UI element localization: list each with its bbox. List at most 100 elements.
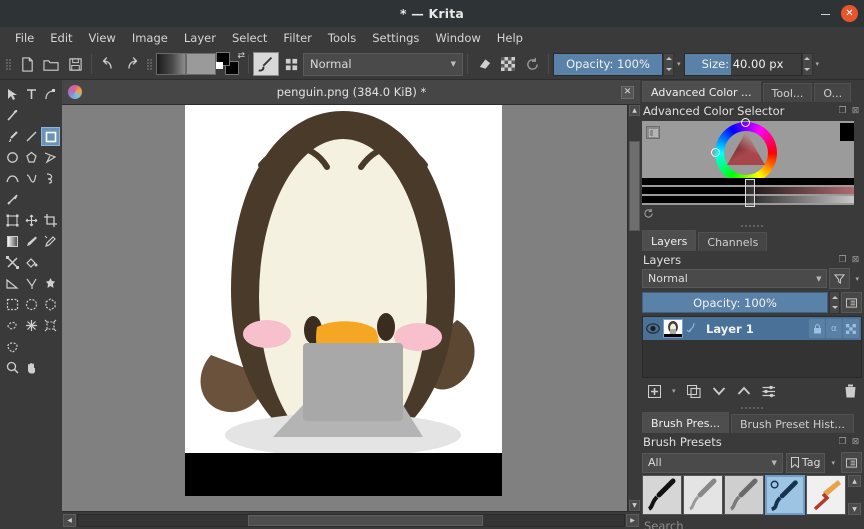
shape-select-tool[interactable] [3, 85, 22, 104]
scroll-up-icon[interactable]: ▲ [629, 105, 640, 116]
fill-tool[interactable] [22, 253, 41, 272]
text-tool[interactable] [22, 85, 41, 104]
close-document-icon[interactable]: ✕ [621, 85, 634, 99]
menu-help[interactable]: Help [489, 29, 531, 47]
pattern-swatch[interactable] [186, 53, 216, 75]
add-layer-dropdown-icon[interactable]: ▾ [672, 387, 676, 395]
layer-alpha-checker-icon[interactable] [843, 319, 859, 338]
zoom-tool[interactable] [3, 358, 22, 377]
colorize-mask-tool[interactable] [41, 232, 60, 251]
opacity-dropdown-icon[interactable]: ▾ [677, 60, 681, 68]
tab-layers[interactable]: Layers [642, 230, 697, 251]
horizontal-scroll-track[interactable] [77, 514, 625, 527]
float-presets-docker-icon[interactable]: ❐ [837, 436, 848, 447]
eraser-toggle-icon[interactable] [472, 52, 496, 76]
close-layers-docker-icon[interactable]: ⊠ [850, 254, 861, 265]
assistant-tool[interactable] [22, 274, 41, 293]
preset-ink-gpen[interactable] [683, 475, 723, 515]
rectangle-tool[interactable] [41, 127, 60, 146]
menu-settings[interactable]: Settings [364, 29, 427, 47]
tab-advanced-color-selector[interactable]: Advanced Color ... [642, 81, 761, 102]
brush-preset-icon[interactable] [253, 52, 279, 76]
crop-tool[interactable] [41, 211, 60, 230]
move-tool[interactable] [22, 211, 41, 230]
bezier-curve-tool[interactable] [3, 169, 22, 188]
toolbar-grip[interactable] [6, 54, 12, 74]
scroll-down-icon[interactable]: ▼ [629, 500, 640, 511]
freehand-path-tool[interactable] [22, 169, 41, 188]
dynamic-brush-tool[interactable] [41, 169, 60, 188]
menu-tools[interactable]: Tools [320, 29, 364, 47]
layer-properties-icon[interactable] [841, 292, 862, 313]
layer-name[interactable]: Layer 1 [700, 322, 806, 336]
toolbar-grip-2[interactable] [147, 54, 153, 74]
filter-layers-icon[interactable] [829, 268, 851, 289]
smart-patch-tool[interactable] [3, 253, 22, 272]
polygon-tool[interactable] [22, 148, 41, 167]
table-row[interactable]: Layer 1 α [643, 317, 861, 340]
new-file-icon[interactable] [15, 52, 39, 76]
docker-splitter-2[interactable] [640, 404, 864, 411]
contiguous-select-tool[interactable] [22, 316, 41, 335]
layer-lock-icon[interactable] [809, 319, 825, 338]
preset-scroll-down-icon[interactable]: ▼ [848, 503, 861, 515]
layer-opacity-slider[interactable]: Opacity: 100% [642, 292, 828, 313]
canvas-viewport[interactable] [62, 105, 640, 511]
gradient-tool[interactable] [3, 232, 22, 251]
preset-ink-ballpen[interactable] [642, 475, 682, 515]
horizontal-scroll-thumb[interactable] [248, 515, 483, 526]
opacity-slider[interactable]: Opacity: 100% [553, 52, 663, 76]
menu-filter[interactable]: Filter [275, 29, 319, 47]
canvas-image[interactable] [185, 105, 502, 496]
docker-splitter-1[interactable] [640, 222, 864, 229]
layer-blending-mode-combo[interactable]: Normal ▼ [642, 269, 828, 288]
choose-workspace-icon[interactable] [279, 52, 303, 76]
gradient-swatch[interactable] [156, 53, 186, 75]
canvas-horizontal-scrollbar[interactable]: ◀ ▶ [62, 511, 640, 529]
opacity-spinner[interactable] [663, 52, 674, 76]
save-file-icon[interactable] [63, 52, 87, 76]
polyline-tool[interactable] [41, 148, 60, 167]
tab-brush-preset-history[interactable]: Brush Preset Hist... [730, 414, 854, 433]
edit-shapes-tool[interactable] [41, 85, 60, 104]
menu-layer[interactable]: Layer [176, 29, 224, 47]
menu-edit[interactable]: Edit [42, 29, 80, 47]
pan-tool[interactable] [22, 358, 41, 377]
measure-tool[interactable] [3, 274, 22, 293]
undo-icon[interactable] [96, 52, 120, 76]
preset-filter-combo[interactable]: All ▼ [642, 452, 783, 473]
tab-overview[interactable]: O... [814, 83, 852, 102]
add-layer-button[interactable] [644, 382, 664, 400]
layer-list[interactable]: Layer 1 α [642, 316, 862, 378]
preset-ink-brush[interactable] [765, 475, 805, 515]
tab-channels[interactable]: Channels [698, 232, 768, 251]
tab-brush-presets[interactable]: Brush Pres... [642, 412, 729, 433]
close-docker-icon[interactable]: ⊠ [850, 105, 861, 116]
delete-layer-button[interactable] [840, 382, 860, 400]
bezier-select-tool[interactable] [3, 337, 22, 356]
preserve-alpha-icon[interactable] [496, 52, 520, 76]
transform-tool[interactable] [3, 211, 22, 230]
close-presets-docker-icon[interactable]: ⊠ [850, 436, 861, 447]
scroll-left-icon[interactable]: ◀ [63, 514, 76, 527]
color-picker-tool[interactable] [22, 232, 41, 251]
size-spinner[interactable] [801, 52, 813, 76]
layer-visibility-icon[interactable] [645, 321, 660, 336]
scroll-right-icon[interactable]: ▶ [626, 514, 639, 527]
elliptical-select-tool[interactable] [22, 295, 41, 314]
reload-preset-icon[interactable] [520, 52, 544, 76]
rectangular-select-tool[interactable] [3, 295, 22, 314]
move-layer-up-button[interactable] [734, 382, 754, 400]
menu-image[interactable]: Image [124, 29, 176, 47]
tag-button[interactable]: Tag [785, 452, 826, 473]
filter-dropdown-icon[interactable]: ▾ [855, 275, 859, 283]
menu-window[interactable]: Window [427, 29, 488, 47]
preset-ink-marker[interactable] [806, 475, 846, 515]
reference-images-tool[interactable] [41, 274, 60, 293]
move-layer-down-button[interactable] [709, 382, 729, 400]
menu-view[interactable]: View [81, 29, 124, 47]
ellipse-tool[interactable] [3, 148, 22, 167]
color-wheel[interactable] [711, 118, 777, 184]
freehand-brush-tool[interactable] [3, 127, 22, 146]
canvas-vertical-scrollbar[interactable]: ▲ ▼ [627, 105, 640, 511]
